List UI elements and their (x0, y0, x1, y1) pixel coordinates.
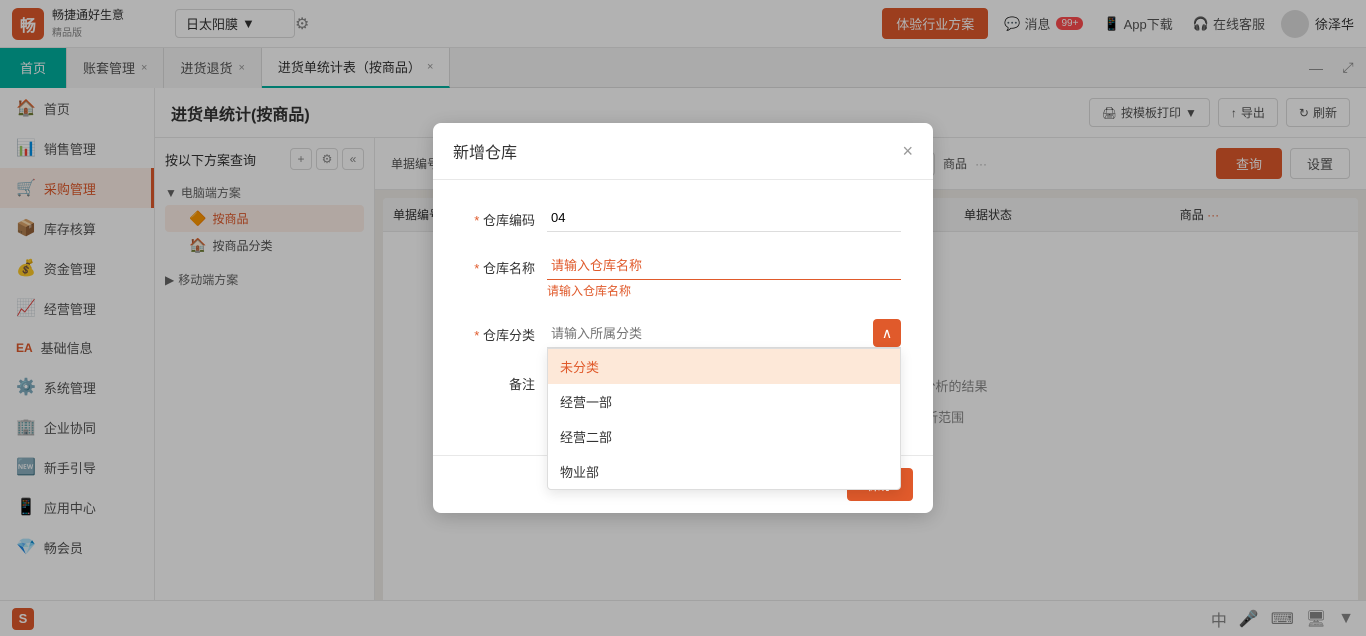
warehouse-category-control: ∧ 未分类 经营一部 经营二部 物业部 (547, 319, 901, 348)
required-mark2: * (474, 261, 479, 276)
category-label-text: 仓库分类 (483, 328, 535, 343)
warehouse-code-control (547, 204, 901, 232)
warehouse-name-label: * 仓库名称 (465, 252, 535, 277)
warehouse-dialog: 新增仓库 × * 仓库编码 * 仓库名称 (433, 123, 933, 513)
required-mark3: * (474, 328, 479, 343)
category-option-dept2[interactable]: 经营二部 (548, 419, 900, 454)
dialog-header: 新增仓库 × (433, 123, 933, 180)
name-label-text: 仓库名称 (483, 261, 535, 276)
warehouse-code-field: * 仓库编码 (465, 204, 901, 232)
dialog-title: 新增仓库 (453, 139, 517, 163)
required-mark: * (474, 213, 479, 228)
category-input[interactable] (547, 320, 873, 347)
dialog-overlay[interactable]: 新增仓库 × * 仓库编码 * 仓库名称 (0, 0, 1366, 636)
remark-label: 备注 (465, 368, 535, 393)
category-input-wrap: ∧ (547, 319, 901, 348)
warehouse-code-label: * 仓库编码 (465, 204, 535, 229)
category-option-uncategorized[interactable]: 未分类 (548, 349, 900, 384)
warehouse-category-label: * 仓库分类 (465, 319, 535, 344)
warehouse-name-control: 请输入仓库名称 (547, 252, 901, 299)
remark-label-text: 备注 (509, 377, 535, 392)
warehouse-name-field: * 仓库名称 请输入仓库名称 (465, 252, 901, 299)
category-dropdown: 未分类 经营一部 经营二部 物业部 (547, 348, 901, 490)
code-label-text: 仓库编码 (483, 213, 535, 228)
warehouse-name-input[interactable] (547, 252, 901, 280)
dialog-body: * 仓库编码 * 仓库名称 请输入仓库名称 (433, 180, 933, 455)
category-option-dept3[interactable]: 物业部 (548, 454, 900, 489)
warehouse-name-error: 请输入仓库名称 (547, 282, 901, 299)
warehouse-code-input[interactable] (547, 204, 901, 232)
dialog-close-button[interactable]: × (902, 141, 913, 162)
category-option-dept1[interactable]: 经营一部 (548, 384, 900, 419)
category-toggle-button[interactable]: ∧ (873, 319, 901, 347)
warehouse-category-field: * 仓库分类 ∧ 未分类 经营一部 经营二部 物业部 (465, 319, 901, 348)
